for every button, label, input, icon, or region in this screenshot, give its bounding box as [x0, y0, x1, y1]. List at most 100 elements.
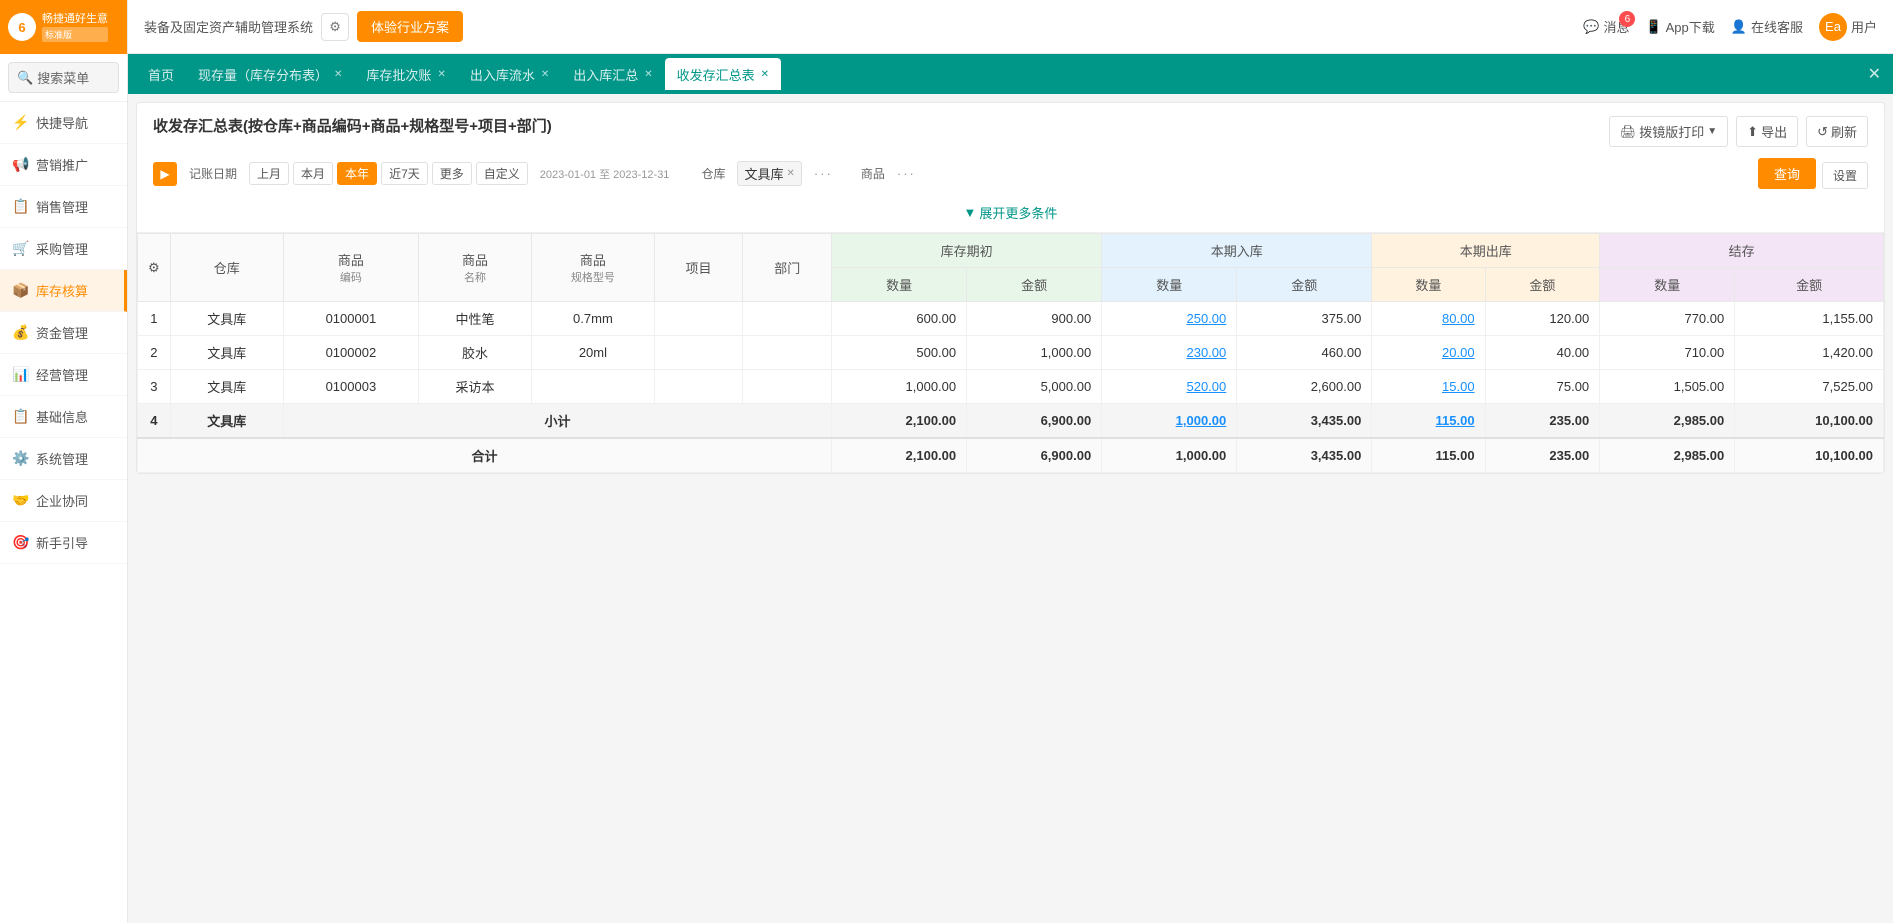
header-right: 💬 消息 6 📱 App下载 👤 在线客服 Ea 用户: [1583, 13, 1877, 41]
user-menu-button[interactable]: Ea 用户: [1819, 13, 1877, 41]
purchase-icon: 🛒: [12, 240, 30, 258]
shortcut-this-year[interactable]: 本年: [337, 162, 377, 185]
tab-bar: 首页 现存量（库存分布表） ✕ 库存批次账 ✕ 出入库流水 ✕ 出入库汇总 ✕ …: [128, 54, 1893, 94]
query-actions: 查询 设置: [1758, 158, 1868, 189]
refresh-button[interactable]: ↺ 刷新: [1806, 116, 1868, 147]
expand-button[interactable]: ▼ 展开更多条件: [964, 203, 1058, 222]
system-icon: ⚙️: [12, 450, 30, 468]
expand-row: ▼ 展开更多条件: [153, 197, 1868, 222]
th-product-spec: 商品规格型号: [532, 234, 655, 302]
filter-arrow-button[interactable]: ▶: [153, 162, 177, 186]
page-title: 收发存汇总表(按仓库+商品编码+商品+规格型号+项目+部门): [153, 115, 552, 136]
sidebar-item-sales[interactable]: 📋 销售管理: [0, 186, 127, 228]
sidebar-item-enterprise[interactable]: 🤝 企业协同: [0, 480, 127, 522]
row-bal-amt: 1,155.00: [1735, 302, 1884, 336]
header-settings-button[interactable]: ⚙: [321, 13, 349, 41]
sidebar-item-label: 经营管理: [36, 365, 88, 384]
row-code: 0100002: [283, 336, 418, 370]
service-icon: 👤: [1731, 19, 1747, 35]
filter-row-1: ▶ 记账日期 上月 本月 本年 近7天 更多 自定义 2023-01-01 至 …: [153, 158, 1868, 189]
warehouse-dots[interactable]: ···: [814, 166, 833, 181]
shortcut-this-month[interactable]: 本月: [293, 162, 333, 185]
total-out-amt: 235.00: [1485, 438, 1600, 473]
tab-batch[interactable]: 库存批次账 ✕: [354, 58, 457, 90]
th-product-code: 商品编码: [283, 234, 418, 302]
logo-icon: 6: [8, 13, 36, 41]
row-open-qty: 1,000.00: [832, 370, 967, 404]
sidebar-item-marketing[interactable]: 📢 营销推广: [0, 144, 127, 186]
sidebar-item-quick[interactable]: ⚡ 快捷导航: [0, 102, 127, 144]
row-out-amt: 120.00: [1485, 302, 1600, 336]
sidebar-item-newbie[interactable]: 🎯 新手引导: [0, 522, 127, 564]
shortcut-7days[interactable]: 近7天: [381, 162, 428, 185]
sidebar-item-finance[interactable]: 💰 资金管理: [0, 312, 127, 354]
sidebar-item-base-info[interactable]: 📋 基础信息: [0, 396, 127, 438]
sidebar-item-purchase[interactable]: 🛒 采购管理: [0, 228, 127, 270]
trial-button[interactable]: 体验行业方案: [357, 11, 463, 42]
sidebar-item-label: 采购管理: [36, 239, 88, 258]
export-icon: ⬆: [1747, 124, 1758, 140]
row-bal-qty: 710.00: [1600, 336, 1735, 370]
page-top-actions: 🖨 拨镜版打印 ▼ ⬆ 导出 ↺ 刷新: [1609, 116, 1868, 147]
table-settings-header[interactable]: ⚙: [138, 234, 171, 302]
online-service-button[interactable]: 👤 在线客服: [1731, 17, 1803, 36]
sidebar-item-label: 库存核算: [36, 281, 88, 300]
tab-summary-out[interactable]: 出入库汇总 ✕: [561, 58, 664, 90]
row-code: 0100001: [283, 302, 418, 336]
row-out-qty[interactable]: 20.00: [1372, 336, 1485, 370]
row-name: 采访本: [418, 370, 531, 404]
export-button[interactable]: ⬆ 导出: [1736, 116, 1798, 147]
tab-bar-close-button[interactable]: ✕: [1864, 60, 1885, 88]
page-content: 收发存汇总表(按仓库+商品编码+商品+规格型号+项目+部门) 🖨 拨镜版打印 ▼…: [128, 94, 1893, 923]
print-button[interactable]: 🖨 拨镜版打印 ▼: [1609, 116, 1728, 147]
sidebar-item-inventory[interactable]: 📦 库存核算: [0, 270, 127, 312]
tab-close-icon[interactable]: ✕: [541, 69, 549, 80]
row-spec: [532, 370, 655, 404]
app-download-button[interactable]: 📱 App下载: [1645, 17, 1714, 36]
message-button[interactable]: 💬 消息 6: [1583, 17, 1629, 36]
tab-flow[interactable]: 出入库流水 ✕: [458, 58, 561, 90]
row-out-qty[interactable]: 80.00: [1372, 302, 1485, 336]
chevron-down-icon: ▼: [1707, 126, 1717, 137]
date-shortcuts: 上月 本月 本年 近7天 更多 自定义: [249, 162, 528, 185]
sidebar-item-label: 基础信息: [36, 407, 88, 426]
shortcut-custom[interactable]: 自定义: [476, 162, 528, 185]
set-button[interactable]: 设置: [1822, 162, 1868, 189]
shortcut-last-month[interactable]: 上月: [249, 162, 289, 185]
th-open-amt: 金额: [967, 268, 1102, 302]
th-group-balance: 结存: [1600, 234, 1884, 268]
row-open-amt: 900.00: [967, 302, 1102, 336]
tab-close-icon[interactable]: ✕: [761, 69, 769, 80]
warehouse-tag-close[interactable]: ✕: [786, 168, 794, 179]
search-menu-button[interactable]: 🔍 搜索菜单: [8, 62, 119, 93]
finance-icon: 💰: [12, 324, 30, 342]
product-dots[interactable]: ···: [897, 166, 916, 181]
row-in-qty[interactable]: 230.00: [1102, 336, 1237, 370]
tab-inventory-dist[interactable]: 现存量（库存分布表） ✕: [186, 58, 354, 90]
shortcut-more[interactable]: 更多: [432, 162, 472, 185]
subtotal-bal-qty: 2,985.00: [1600, 404, 1735, 439]
total-open-qty: 2,100.00: [832, 438, 967, 473]
newbie-icon: 🎯: [12, 534, 30, 552]
subtotal-in-qty[interactable]: 1,000.00: [1102, 404, 1237, 439]
sidebar-item-label: 销售管理: [36, 197, 88, 216]
subtotal-out-qty[interactable]: 115.00: [1372, 404, 1485, 439]
tab-close-icon[interactable]: ✕: [644, 69, 652, 80]
th-bal-amt: 金额: [1735, 268, 1884, 302]
sidebar-item-label: 资金管理: [36, 323, 88, 342]
row-in-qty[interactable]: 520.00: [1102, 370, 1237, 404]
tab-home[interactable]: 首页: [136, 58, 186, 90]
subtotal-no: 4: [138, 404, 171, 439]
row-in-qty[interactable]: 250.00: [1102, 302, 1237, 336]
sidebar-item-system[interactable]: ⚙️ 系统管理: [0, 438, 127, 480]
tab-close-icon[interactable]: ✕: [334, 69, 342, 80]
row-out-qty[interactable]: 15.00: [1372, 370, 1485, 404]
warehouse-filter-label: 仓库: [701, 165, 725, 182]
tab-close-icon[interactable]: ✕: [437, 69, 445, 80]
query-button[interactable]: 查询: [1758, 158, 1816, 189]
sidebar-item-label: 营销推广: [36, 155, 88, 174]
th-dept: 部门: [743, 234, 832, 302]
sidebar-item-label: 企业协同: [36, 491, 88, 510]
sidebar-item-business[interactable]: 📊 经营管理: [0, 354, 127, 396]
tab-recv-summary[interactable]: 收发存汇总表 ✕: [665, 58, 781, 90]
